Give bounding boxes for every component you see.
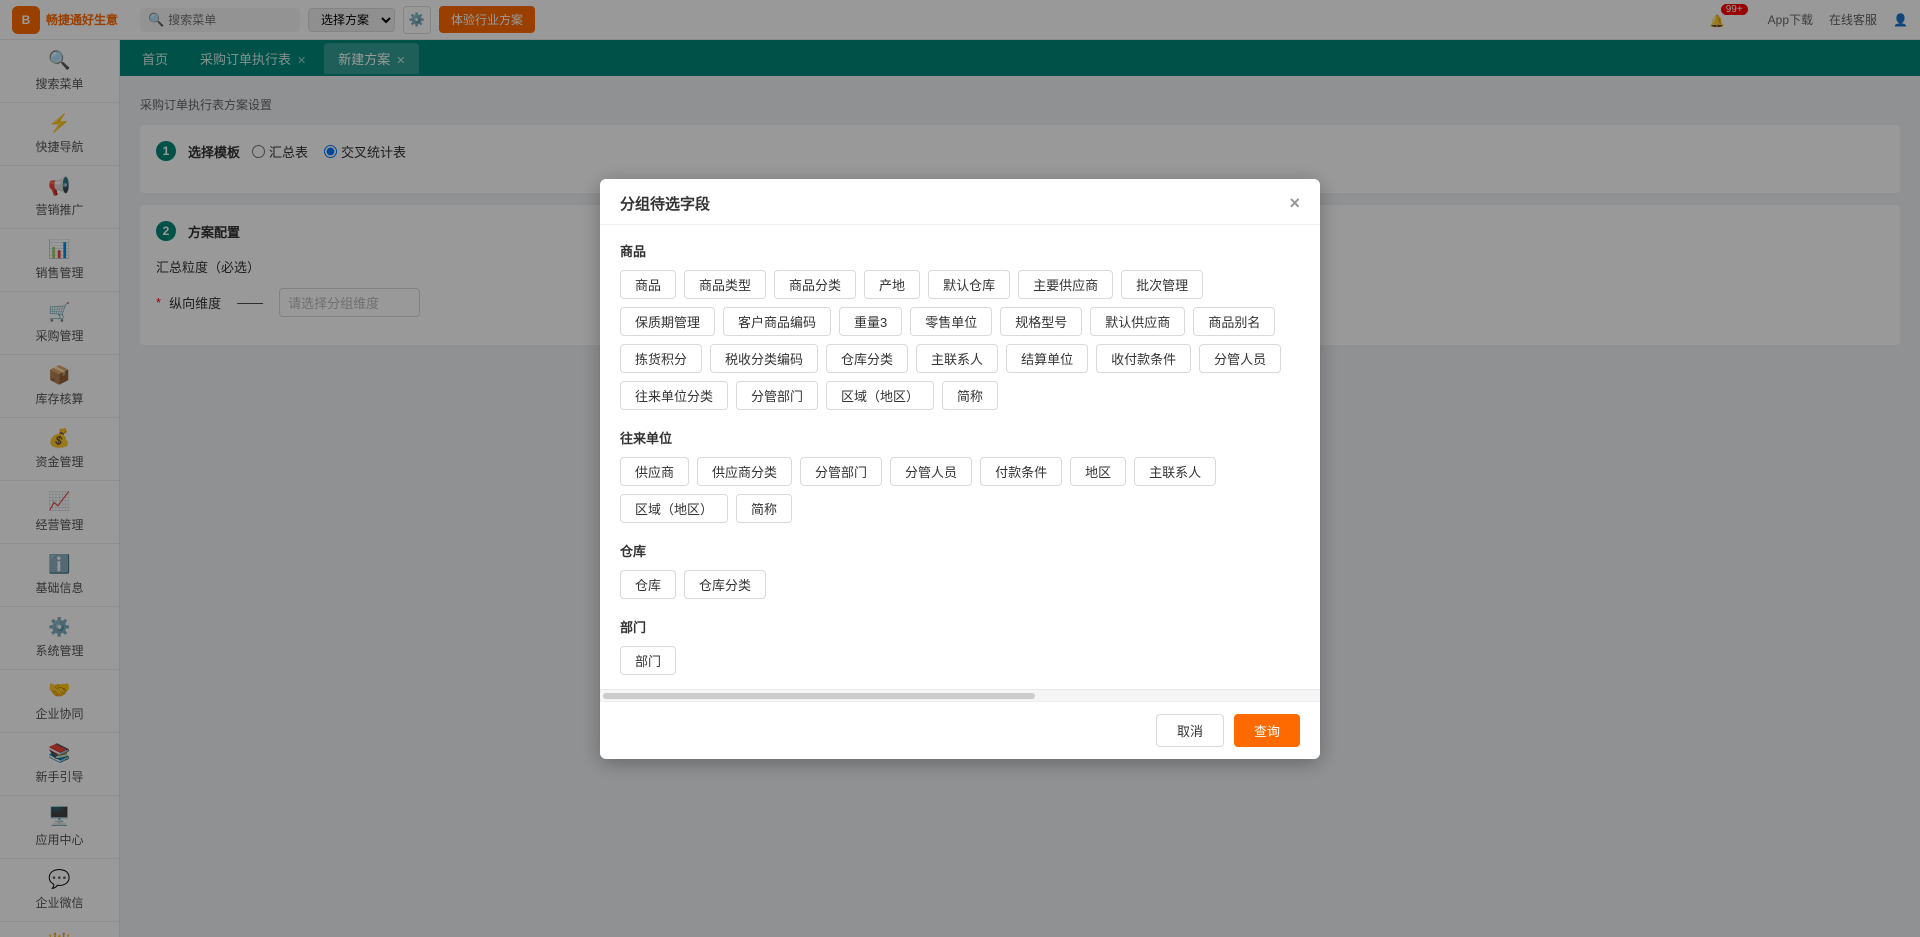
field-tag-0-22[interactable]: 分管部门	[736, 381, 818, 410]
field-tag-2-1[interactable]: 仓库分类	[684, 570, 766, 599]
modal-title: 分组待选字段	[620, 193, 710, 214]
field-section-title-0: 商品	[620, 241, 1300, 260]
field-select-modal: 分组待选字段 × 商品商品商品类型商品分类产地默认仓库主要供应商批次管理保质期管…	[600, 179, 1320, 759]
field-tag-1-5[interactable]: 地区	[1070, 457, 1126, 486]
modal-body: 商品商品商品类型商品分类产地默认仓库主要供应商批次管理保质期管理客户商品编码重量…	[600, 225, 1320, 689]
modal-header: 分组待选字段 ×	[600, 179, 1320, 225]
field-tag-0-3[interactable]: 产地	[864, 270, 920, 299]
field-tag-2-0[interactable]: 仓库	[620, 570, 676, 599]
field-tag-0-20[interactable]: 分管人员	[1199, 344, 1281, 373]
field-tag-0-0[interactable]: 商品	[620, 270, 676, 299]
field-tag-1-8[interactable]: 简称	[736, 494, 792, 523]
field-tag-0-6[interactable]: 批次管理	[1121, 270, 1203, 299]
modal-horizontal-scrollbar[interactable]	[600, 689, 1320, 701]
field-tag-0-18[interactable]: 结算单位	[1006, 344, 1088, 373]
field-tag-0-15[interactable]: 税收分类编码	[710, 344, 818, 373]
field-tag-1-0[interactable]: 供应商	[620, 457, 689, 486]
field-tag-0-14[interactable]: 拣货积分	[620, 344, 702, 373]
field-tag-0-13[interactable]: 商品别名	[1193, 307, 1275, 336]
field-tag-0-8[interactable]: 客户商品编码	[723, 307, 831, 336]
field-tag-0-16[interactable]: 仓库分类	[826, 344, 908, 373]
field-section-title-1: 往来单位	[620, 428, 1300, 447]
field-tag-0-21[interactable]: 往来单位分类	[620, 381, 728, 410]
field-tag-0-17[interactable]: 主联系人	[916, 344, 998, 373]
field-tag-0-19[interactable]: 收付款条件	[1096, 344, 1191, 373]
field-tag-0-11[interactable]: 规格型号	[1000, 307, 1082, 336]
field-tag-0-10[interactable]: 零售单位	[910, 307, 992, 336]
field-tag-0-9[interactable]: 重量3	[839, 307, 902, 336]
field-tag-1-4[interactable]: 付款条件	[980, 457, 1062, 486]
field-tag-3-0[interactable]: 部门	[620, 646, 676, 675]
field-section-2: 仓库仓库仓库分类	[620, 541, 1300, 599]
field-tag-0-2[interactable]: 商品分类	[774, 270, 856, 299]
field-tag-1-1[interactable]: 供应商分类	[697, 457, 792, 486]
field-tag-0-24[interactable]: 简称	[942, 381, 998, 410]
field-section-title-3: 部门	[620, 617, 1300, 636]
confirm-button[interactable]: 查询	[1234, 714, 1300, 747]
field-tag-0-7[interactable]: 保质期管理	[620, 307, 715, 336]
field-tags-2: 仓库仓库分类	[620, 570, 1300, 599]
field-tags-3: 部门	[620, 646, 1300, 675]
field-tag-0-4[interactable]: 默认仓库	[928, 270, 1010, 299]
field-section-3: 部门部门	[620, 617, 1300, 675]
scroll-thumb	[603, 693, 1035, 699]
field-tags-0: 商品商品类型商品分类产地默认仓库主要供应商批次管理保质期管理客户商品编码重量3 零…	[620, 270, 1300, 410]
modal-footer: 取消 查询	[600, 701, 1320, 759]
field-section-0: 商品商品商品类型商品分类产地默认仓库主要供应商批次管理保质期管理客户商品编码重量…	[620, 241, 1300, 410]
field-tag-1-2[interactable]: 分管部门	[800, 457, 882, 486]
field-tag-0-1[interactable]: 商品类型	[684, 270, 766, 299]
field-tag-0-23[interactable]: 区域（地区）	[826, 381, 934, 410]
field-tags-1: 供应商供应商分类分管部门分管人员付款条件地区主联系人区域（地区） 简称	[620, 457, 1300, 523]
modal-overlay: 分组待选字段 × 商品商品商品类型商品分类产地默认仓库主要供应商批次管理保质期管…	[0, 0, 1920, 937]
field-tag-1-3[interactable]: 分管人员	[890, 457, 972, 486]
field-tag-0-12[interactable]: 默认供应商	[1090, 307, 1185, 336]
modal-close-button[interactable]: ×	[1289, 193, 1300, 214]
field-tag-1-6[interactable]: 主联系人	[1134, 457, 1216, 486]
cancel-button[interactable]: 取消	[1156, 714, 1224, 747]
field-tag-1-7[interactable]: 区域（地区）	[620, 494, 728, 523]
field-section-1: 往来单位供应商供应商分类分管部门分管人员付款条件地区主联系人区域（地区） 简称	[620, 428, 1300, 523]
field-tag-0-5[interactable]: 主要供应商	[1018, 270, 1113, 299]
field-section-title-2: 仓库	[620, 541, 1300, 560]
